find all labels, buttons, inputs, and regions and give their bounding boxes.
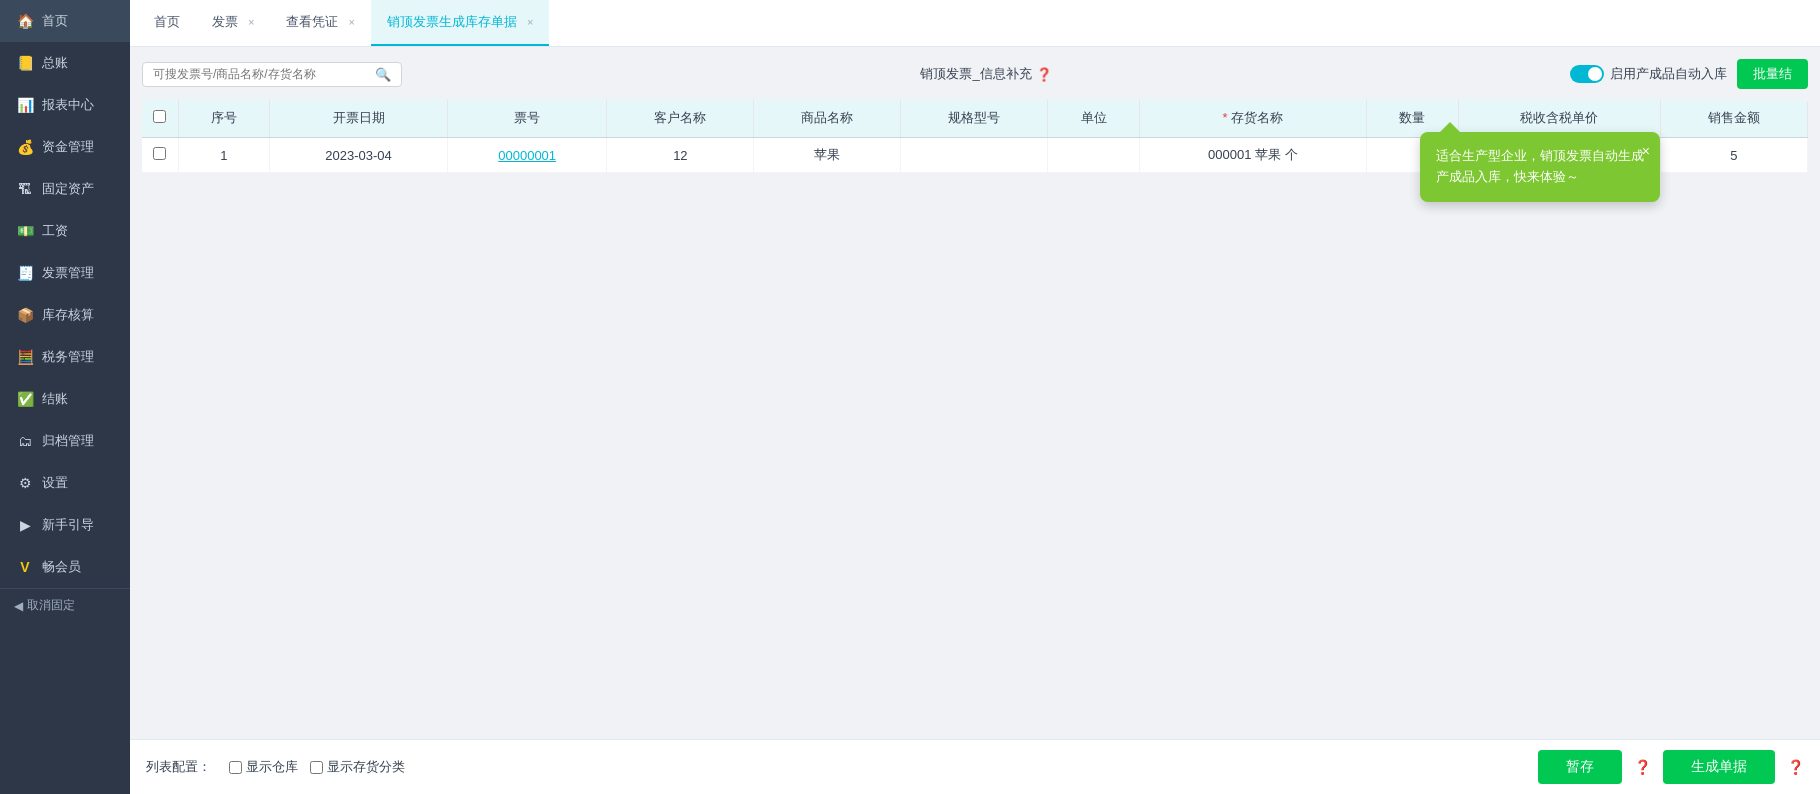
th-customer: 客户名称 bbox=[607, 99, 754, 138]
generate-btn[interactable]: 生成单据 bbox=[1663, 750, 1775, 784]
th-inventory-name: 存货名称 bbox=[1139, 99, 1366, 138]
pin-icon: ◀ bbox=[14, 599, 23, 613]
search-icon: 🔍 bbox=[375, 67, 391, 82]
tooltip-bubble: × 适合生产型企业，销顶发票自动生成产成品入库，快来体验～ bbox=[1420, 132, 1660, 202]
sidebar-item-funds[interactable]: 💰 资金管理 bbox=[0, 126, 130, 168]
fixed-assets-icon: 🏗 bbox=[16, 181, 34, 197]
td-customer: 12 bbox=[607, 138, 754, 173]
tooltip-close-btn[interactable]: × bbox=[1642, 140, 1650, 162]
td-spec bbox=[901, 138, 1048, 173]
show-warehouse-checkbox[interactable] bbox=[229, 761, 242, 774]
tab-invoice-close[interactable]: × bbox=[248, 16, 254, 28]
content-area: 🔍 销顶发票_信息补充 ❓ 启用产成品自动入库 批量结 bbox=[130, 47, 1820, 739]
closing-icon: ✅ bbox=[16, 391, 34, 407]
td-seq: 1 bbox=[178, 138, 270, 173]
bottom-actions: 暂存 ❓ 生成单据 ❓ bbox=[1538, 750, 1804, 784]
show-category-checkbox[interactable] bbox=[310, 761, 323, 774]
sidebar-item-tax[interactable]: 🧮 税务管理 bbox=[0, 336, 130, 378]
tab-sales-invoice-close[interactable]: × bbox=[527, 16, 533, 28]
sidebar-item-home[interactable]: 🏠 首页 bbox=[0, 0, 130, 42]
tabbar: 首页 发票 × 查看凭证 × 销顶发票生成库存单据 × bbox=[130, 0, 1820, 47]
sidebar-item-archive[interactable]: 🗂 归档管理 bbox=[0, 420, 130, 462]
td-checkbox bbox=[142, 138, 178, 173]
sidebar-item-invoice-mgmt[interactable]: 🧾 发票管理 bbox=[0, 252, 130, 294]
settings-icon: ⚙ bbox=[16, 475, 34, 491]
auto-warehousing-toggle[interactable] bbox=[1570, 65, 1604, 83]
th-date: 开票日期 bbox=[270, 99, 448, 138]
vip-icon: V bbox=[16, 559, 34, 575]
inventory-icon: 📦 bbox=[16, 307, 34, 323]
payroll-icon: 💵 bbox=[16, 223, 34, 239]
tooltip-arrow bbox=[1440, 122, 1460, 132]
th-spec: 规格型号 bbox=[901, 99, 1048, 138]
td-unit bbox=[1048, 138, 1140, 173]
th-sales-amount: 销售金额 bbox=[1660, 99, 1807, 138]
main-area: 首页 发票 × 查看凭证 × 销顶发票生成库存单据 × 🔍 销顶发票_信息补充 bbox=[130, 0, 1820, 794]
td-product-name: 苹果 bbox=[754, 138, 901, 173]
search-box[interactable]: 🔍 bbox=[142, 62, 402, 87]
sidebar: 🏠 首页 📒 总账 📊 报表中心 💰 资金管理 🏗 固定资产 💵 工资 🧾 发票… bbox=[0, 0, 130, 794]
sidebar-item-reports[interactable]: 📊 报表中心 bbox=[0, 84, 130, 126]
td-inventory-name: 000001 苹果 个 bbox=[1139, 138, 1366, 173]
reports-icon: 📊 bbox=[16, 97, 34, 113]
th-seq: 序号 bbox=[178, 99, 270, 138]
ledger-icon: 📒 bbox=[16, 55, 34, 71]
generate-help-icon[interactable]: ❓ bbox=[1787, 759, 1804, 775]
toolbar-right: 启用产成品自动入库 批量结 bbox=[1570, 59, 1808, 89]
tax-icon: 🧮 bbox=[16, 349, 34, 365]
save-help-icon[interactable]: ❓ bbox=[1634, 759, 1651, 775]
toolbar-left: 🔍 bbox=[142, 62, 402, 87]
th-product-name: 商品名称 bbox=[754, 99, 901, 138]
toolbar: 🔍 销顶发票_信息补充 ❓ 启用产成品自动入库 批量结 bbox=[142, 59, 1808, 89]
invoice-mgmt-icon: 🧾 bbox=[16, 265, 34, 281]
sidebar-item-vip[interactable]: V 畅会员 bbox=[0, 546, 130, 588]
tab-voucher-close[interactable]: × bbox=[348, 16, 354, 28]
save-btn[interactable]: 暂存 bbox=[1538, 750, 1622, 784]
tab-voucher[interactable]: 查看凭证 × bbox=[270, 0, 370, 46]
list-config-label: 列表配置： bbox=[146, 758, 211, 776]
batch-btn[interactable]: 批量结 bbox=[1737, 59, 1808, 89]
select-all-checkbox[interactable] bbox=[153, 110, 166, 123]
toggle-area: 启用产成品自动入库 bbox=[1570, 65, 1727, 83]
info-help-icon[interactable]: ❓ bbox=[1036, 67, 1052, 82]
tab-invoice[interactable]: 发票 × bbox=[196, 0, 270, 46]
tab-home[interactable]: 首页 bbox=[138, 0, 196, 46]
archive-icon: 🗂 bbox=[16, 433, 34, 449]
sidebar-item-payroll[interactable]: 💵 工资 bbox=[0, 210, 130, 252]
td-sales-amount: 5 bbox=[1660, 138, 1807, 173]
search-input[interactable] bbox=[153, 67, 369, 81]
funds-icon: 💰 bbox=[16, 139, 34, 155]
th-checkbox bbox=[142, 99, 178, 138]
row-checkbox[interactable] bbox=[153, 147, 166, 160]
home-icon: 🏠 bbox=[16, 13, 34, 29]
guide-icon: ▶ bbox=[16, 517, 34, 533]
sidebar-pin-btn[interactable]: ◀ 取消固定 bbox=[0, 588, 130, 622]
th-ticket-no: 票号 bbox=[447, 99, 606, 138]
sidebar-item-fixed-assets[interactable]: 🏗 固定资产 bbox=[0, 168, 130, 210]
bottom-bar: 列表配置： 显示仓库 显示存货分类 暂存 ❓ 生成单据 ❓ bbox=[130, 739, 1820, 794]
show-category-wrap: 显示存货分类 bbox=[310, 758, 405, 776]
sidebar-item-guide[interactable]: ▶ 新手引导 bbox=[0, 504, 130, 546]
sidebar-item-inventory[interactable]: 📦 库存核算 bbox=[0, 294, 130, 336]
th-unit: 单位 bbox=[1048, 99, 1140, 138]
sidebar-item-settings[interactable]: ⚙ 设置 bbox=[0, 462, 130, 504]
tab-sales-invoice[interactable]: 销顶发票生成库存单据 × bbox=[371, 0, 549, 46]
sidebar-item-closing[interactable]: ✅ 结账 bbox=[0, 378, 130, 420]
show-warehouse-wrap: 显示仓库 bbox=[229, 758, 298, 776]
td-ticket-no[interactable]: 00000001 bbox=[447, 138, 606, 173]
td-date: 2023-03-04 bbox=[270, 138, 448, 173]
sidebar-item-ledger[interactable]: 📒 总账 bbox=[0, 42, 130, 84]
info-label: 销顶发票_信息补充 ❓ bbox=[920, 65, 1051, 83]
